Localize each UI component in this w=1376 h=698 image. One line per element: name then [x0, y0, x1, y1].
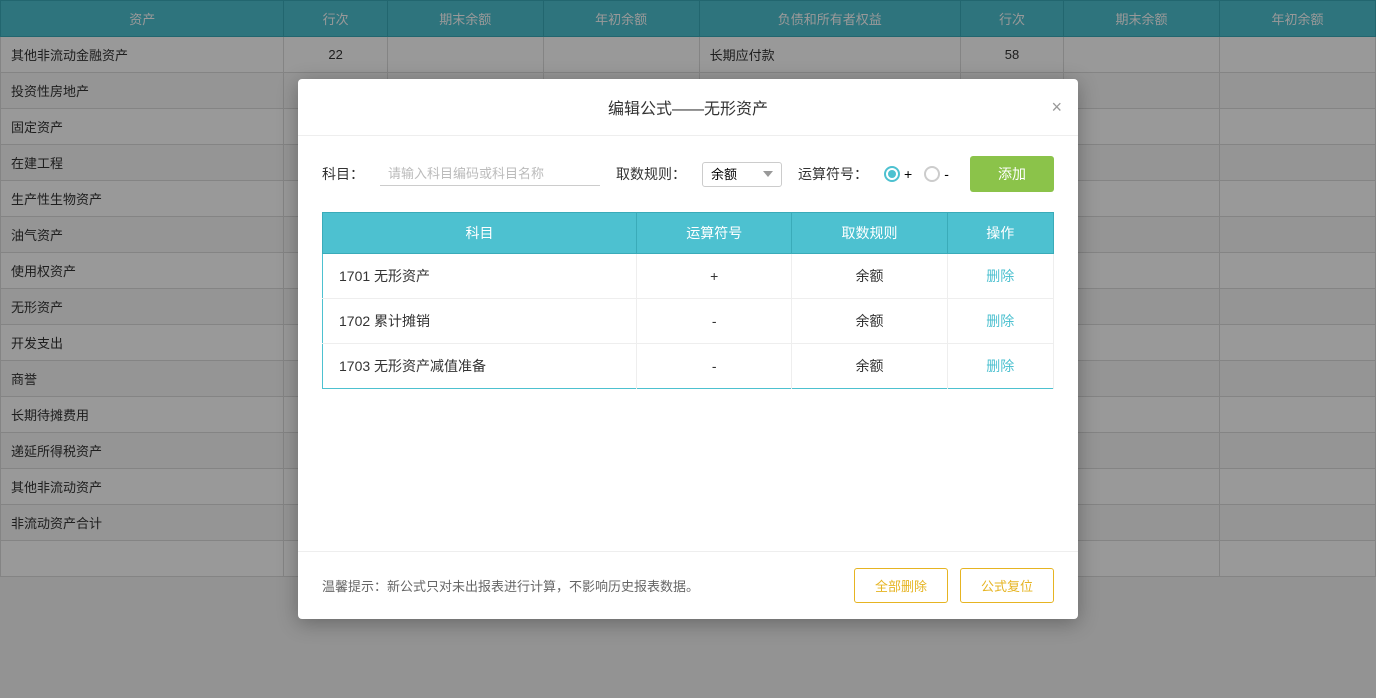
formula-table: 科目运算符号取数规则操作 1701 无形资产+余额删除1702 累计摊销-余额删…: [322, 212, 1054, 389]
modal-dialog: 编辑公式——无形资产 × 科目： 取数规则： 余额 借方 贷方 运算符号：: [298, 79, 1078, 619]
table-cell-action: 删除: [947, 299, 1053, 344]
delete-row-button[interactable]: 删除: [986, 313, 1014, 329]
table-cell-subject: 1702 累计摊销: [323, 299, 637, 344]
table-cell-rule: 余额: [792, 254, 947, 299]
table-cell-subject: 1703 无形资产减值准备: [323, 344, 637, 389]
table-header-cell: 取数规则: [792, 213, 947, 254]
table-body: 1701 无形资产+余额删除1702 累计摊销-余额删除1703 无形资产减值准…: [323, 254, 1054, 389]
subject-label: 科目：: [322, 164, 364, 184]
table-row: 1702 累计摊销-余额 删除: [323, 299, 1054, 344]
operator-label: 运算符号：: [798, 164, 868, 184]
operator-plus-label: +: [904, 166, 912, 182]
operator-plus-radio[interactable]: +: [884, 166, 912, 182]
table-row: 1703 无形资产减值准备-余额 删除: [323, 344, 1054, 389]
table-header-cell: 科目: [323, 213, 637, 254]
delete-all-button[interactable]: 全部删除: [854, 568, 948, 603]
rule-select[interactable]: 余额 借方 贷方: [702, 162, 782, 187]
subject-input[interactable]: [380, 162, 600, 186]
modal-overlay: 编辑公式——无形资产 × 科目： 取数规则： 余额 借方 贷方 运算符号：: [0, 0, 1376, 698]
operator-radio-group: + -: [884, 166, 949, 182]
table-cell-operator: -: [637, 344, 792, 389]
table-cell-action: 删除: [947, 254, 1053, 299]
modal-close-button[interactable]: ×: [1051, 98, 1062, 116]
delete-row-button[interactable]: 删除: [986, 358, 1014, 374]
table-cell-action: 删除: [947, 344, 1053, 389]
table-header: 科目运算符号取数规则操作: [323, 213, 1054, 254]
radio-plus-circle: [884, 166, 900, 182]
table-cell-rule: 余额: [792, 344, 947, 389]
table-row: 1701 无形资产+余额 删除: [323, 254, 1054, 299]
add-button[interactable]: 添加: [970, 156, 1054, 192]
rule-label: 取数规则：: [616, 164, 686, 184]
modal-footer: 温馨提示：新公式只对未出报表进行计算，不影响历史报表数据。 全部删除 公式复位: [298, 551, 1078, 619]
form-row: 科目： 取数规则： 余额 借方 贷方 运算符号： +: [322, 156, 1054, 192]
table-header-cell: 运算符号: [637, 213, 792, 254]
table-cell-operator: +: [637, 254, 792, 299]
footer-tip: 温馨提示：新公式只对未出报表进行计算，不影响历史报表数据。: [322, 576, 699, 595]
reset-button[interactable]: 公式复位: [960, 568, 1054, 603]
rule-select-group: 余额 借方 贷方: [702, 162, 782, 187]
radio-minus-circle: [924, 166, 940, 182]
table-cell-subject: 1701 无形资产: [323, 254, 637, 299]
table-cell-rule: 余额: [792, 299, 947, 344]
footer-buttons: 全部删除 公式复位: [854, 568, 1054, 603]
table-cell-operator: -: [637, 299, 792, 344]
operator-minus-radio[interactable]: -: [924, 166, 949, 182]
table-header-cell: 操作: [947, 213, 1053, 254]
delete-row-button[interactable]: 删除: [986, 268, 1014, 284]
modal-body: 科目： 取数规则： 余额 借方 贷方 运算符号： +: [298, 136, 1078, 551]
modal-title: 编辑公式——无形资产: [608, 95, 768, 119]
modal-header: 编辑公式——无形资产 ×: [298, 79, 1078, 136]
operator-minus-label: -: [944, 166, 949, 182]
